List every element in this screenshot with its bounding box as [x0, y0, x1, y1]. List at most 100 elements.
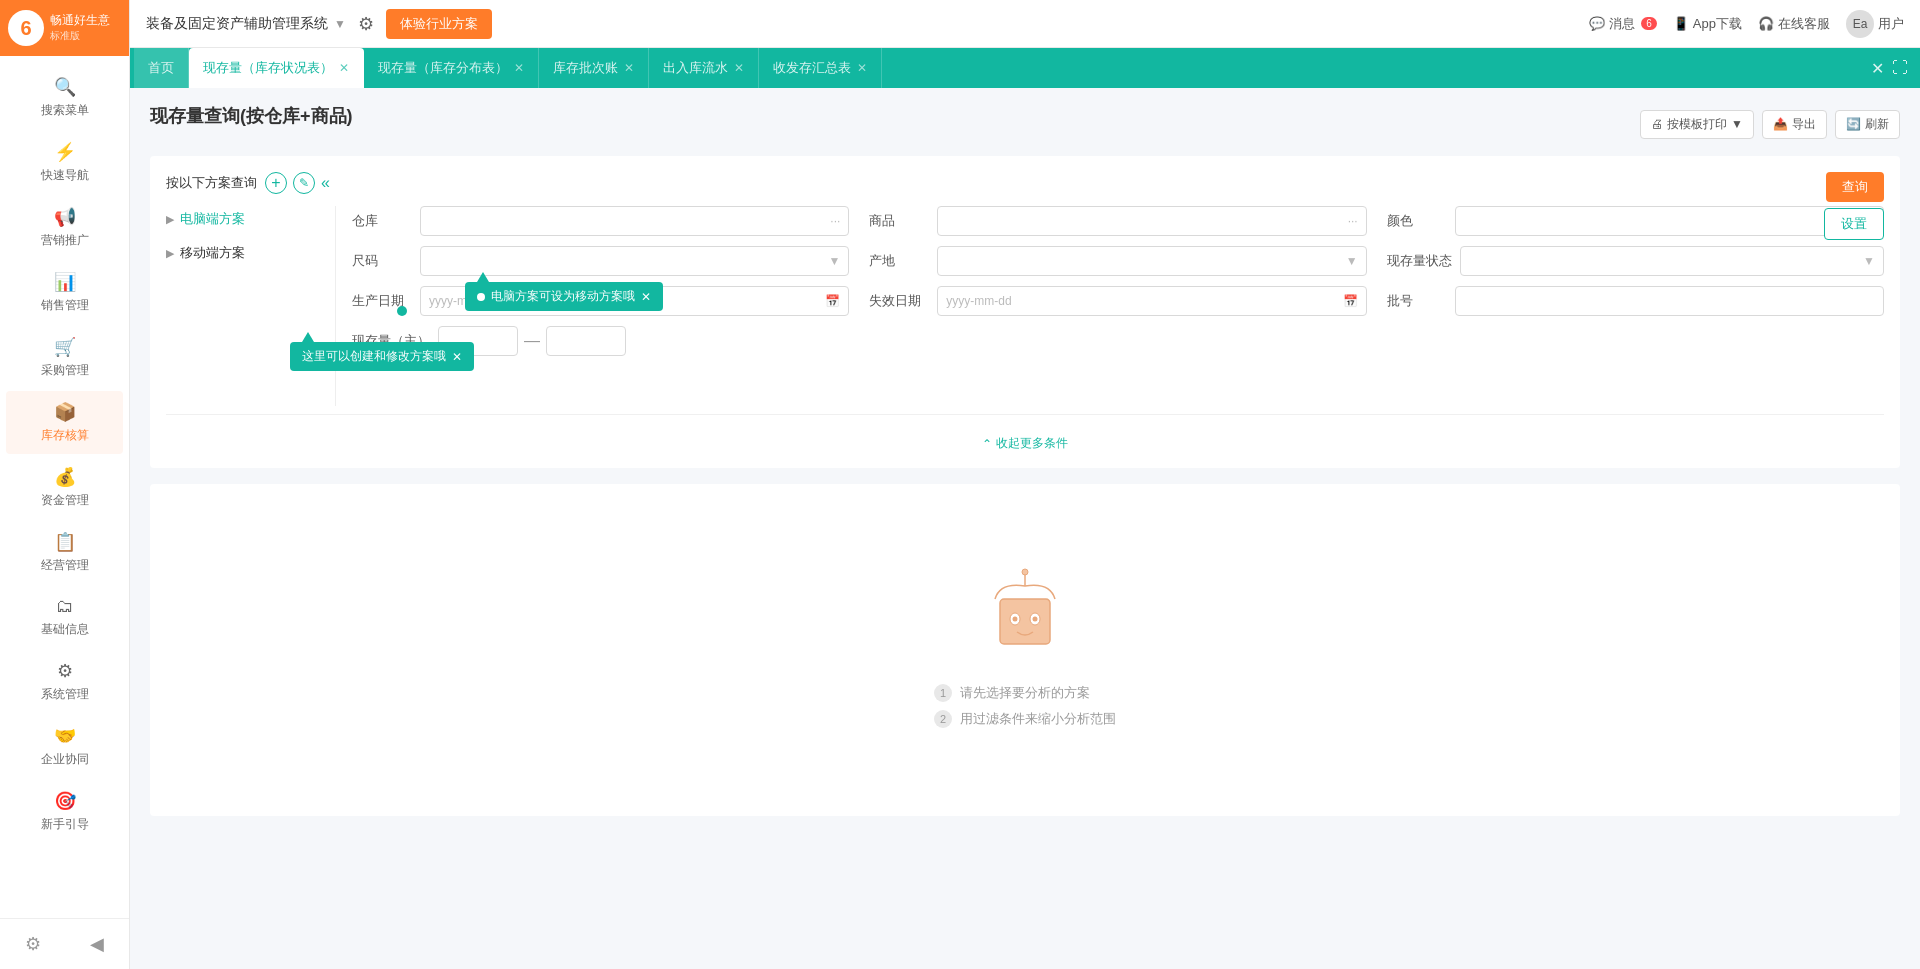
- calendar-icon[interactable]: 📅: [825, 294, 840, 308]
- settings-footer-button[interactable]: ⚙: [21, 929, 45, 959]
- headset-icon: 🎧: [1758, 16, 1774, 31]
- tooltip1-close[interactable]: ✕: [641, 290, 651, 304]
- app-download-button[interactable]: 📱 App下载: [1673, 15, 1742, 33]
- tab-batch-ledger[interactable]: 库存批次账 ✕: [539, 48, 649, 88]
- arrow-left-icon[interactable]: «: [321, 174, 330, 192]
- sidebar-item-purchase[interactable]: 🛒 采购管理: [6, 326, 123, 389]
- stock-status-select[interactable]: ▼: [1460, 246, 1884, 276]
- stock-main-to[interactable]: [546, 326, 626, 356]
- edit-scheme-button[interactable]: ✎: [293, 172, 315, 194]
- size-label: 尺码: [352, 252, 412, 270]
- svg-point-4: [1033, 617, 1038, 622]
- close-icon[interactable]: ✕: [734, 61, 744, 75]
- filter-panel-wrapper: 查询 设置 按以下方案查询 + ✎ «: [150, 156, 1900, 468]
- export-label: 导出: [1792, 116, 1816, 133]
- scheme-mobile-label: 移动端方案: [180, 244, 245, 262]
- page-content: 现存量查询(按仓库+商品) 🖨 按模板打印 ▼ 📤 导出 🔄 刷新: [130, 88, 1920, 969]
- marketing-icon: 📢: [54, 206, 76, 228]
- sidebar-item-quick-nav[interactable]: ⚡ 快速导航: [6, 131, 123, 194]
- color-select[interactable]: ▼: [1455, 206, 1884, 236]
- online-service-label: 在线客服: [1778, 15, 1830, 33]
- filter-row-4: 现存量（主） —: [352, 326, 1884, 356]
- user-menu[interactable]: Ea 用户: [1846, 10, 1904, 38]
- scheme-item-desktop[interactable]: ▶ 电脑端方案: [166, 206, 323, 232]
- add-scheme-button[interactable]: +: [265, 172, 287, 194]
- filter-row-1: 仓库 ··· 商品 ···: [352, 206, 1884, 236]
- collapse-sidebar-button[interactable]: ◀: [86, 929, 108, 959]
- goods-select[interactable]: ···: [937, 206, 1366, 236]
- origin-select[interactable]: ▼: [937, 246, 1366, 276]
- finance-icon: 💰: [54, 466, 76, 488]
- step-num-2: 2: [934, 710, 952, 728]
- svg-point-3: [1013, 617, 1018, 622]
- gear-icon[interactable]: ⚙: [358, 13, 374, 35]
- user-abbr: Ea: [1853, 17, 1868, 31]
- search-button[interactable]: 查询: [1826, 172, 1884, 202]
- refresh-button[interactable]: 🔄 刷新: [1835, 110, 1900, 139]
- message-button[interactable]: 💬 消息 6: [1589, 15, 1657, 33]
- message-icon: 💬: [1589, 16, 1605, 31]
- filter-warehouse: 仓库 ···: [352, 206, 849, 236]
- refresh-icon: 🔄: [1846, 117, 1861, 131]
- sidebar-footer: ⚙ ◀: [0, 918, 129, 969]
- sidebar-item-guide[interactable]: 🎯 新手引导: [6, 780, 123, 843]
- settings-button[interactable]: 设置: [1824, 208, 1884, 240]
- export-icon: 📤: [1773, 117, 1788, 131]
- filter-header: 按以下方案查询 + ✎ «: [166, 172, 1884, 194]
- purchase-icon: 🛒: [54, 336, 76, 358]
- empty-state: 1 请先选择要分析的方案 2 用过滤条件来缩小分析范围: [150, 484, 1900, 816]
- filter-row-2: 尺码 ▼ 产地 ▼: [352, 246, 1884, 276]
- tooltip2-close[interactable]: ✕: [452, 350, 462, 364]
- system-selector[interactable]: 装备及固定资产辅助管理系统 ▼: [146, 15, 346, 33]
- filter-batch-no: 批号: [1387, 286, 1884, 316]
- tooltip2-text: 这里可以创建和修改方案哦: [302, 348, 446, 365]
- close-icon[interactable]: ✕: [339, 61, 349, 75]
- tab-inventory-status[interactable]: 现存量（库存状况表） ✕: [189, 48, 364, 88]
- tab-receive-summary[interactable]: 收发存汇总表 ✕: [759, 48, 882, 88]
- batch-no-input[interactable]: [1455, 286, 1884, 316]
- sidebar-label-sales: 销售管理: [41, 297, 89, 314]
- sidebar-item-operations[interactable]: 📋 经营管理: [6, 521, 123, 584]
- expire-date-input[interactable]: yyyy-mm-dd 📅: [937, 286, 1366, 316]
- close-icon[interactable]: ✕: [857, 61, 867, 75]
- chevron-down-icon: ▼: [1346, 254, 1358, 268]
- collapse-filters-button[interactable]: ⌃ 收起更多条件: [166, 435, 1884, 452]
- tab-inout-flow[interactable]: 出入库流水 ✕: [649, 48, 759, 88]
- scheme-item-mobile[interactable]: ▶ 移动端方案: [166, 240, 323, 266]
- goods-label: 商品: [869, 212, 929, 230]
- online-service-button[interactable]: 🎧 在线客服: [1758, 15, 1830, 33]
- sidebar-item-marketing[interactable]: 📢 营销推广: [6, 196, 123, 259]
- calendar-icon[interactable]: 📅: [1343, 294, 1358, 308]
- sidebar-item-basic[interactable]: 🗂 基础信息: [6, 586, 123, 648]
- print-button[interactable]: 🖨 按模板打印 ▼: [1640, 110, 1754, 139]
- sidebar-item-search[interactable]: 🔍 搜索菜单: [6, 66, 123, 129]
- tab-home[interactable]: 首页: [134, 48, 189, 88]
- fullscreen-icon[interactable]: ⛶: [1892, 59, 1908, 77]
- tab-inventory-dist[interactable]: 现存量（库存分布表） ✕: [364, 48, 539, 88]
- message-label: 消息: [1609, 15, 1635, 33]
- export-button[interactable]: 📤 导出: [1762, 110, 1827, 139]
- scheme-desktop-label: 电脑端方案: [180, 210, 245, 228]
- sidebar-item-sales[interactable]: 📊 销售管理: [6, 261, 123, 324]
- sidebar-item-finance[interactable]: 💰 资金管理: [6, 456, 123, 519]
- empty-hint-2: 用过滤条件来缩小分析范围: [960, 710, 1116, 728]
- filter-goods: 商品 ···: [869, 206, 1366, 236]
- system-icon: ⚙: [57, 660, 73, 682]
- industry-button[interactable]: 体验行业方案: [386, 9, 492, 39]
- system-name: 装备及固定资产辅助管理系统: [146, 15, 328, 33]
- header-left: 装备及固定资产辅助管理系统 ▼ ⚙ 体验行业方案: [146, 9, 492, 39]
- sidebar-item-enterprise[interactable]: 🤝 企业协同: [6, 715, 123, 778]
- close-all-icon[interactable]: ✕: [1871, 59, 1884, 78]
- sidebar-item-inventory[interactable]: 📦 库存核算: [6, 391, 123, 454]
- chevron-down-icon: ▼: [1731, 117, 1743, 131]
- tooltip-bubble-create: 这里可以创建和修改方案哦 ✕: [290, 342, 474, 371]
- filter-stock-status: 现存量状态 ▼: [1387, 246, 1884, 276]
- close-icon[interactable]: ✕: [514, 61, 524, 75]
- tooltip-bubble-dot: [477, 293, 485, 301]
- sidebar-item-system[interactable]: ⚙ 系统管理: [6, 650, 123, 713]
- warehouse-select[interactable]: ···: [420, 206, 849, 236]
- sidebar-label-purchase: 采购管理: [41, 362, 89, 379]
- step-num-1: 1: [934, 684, 952, 702]
- close-icon[interactable]: ✕: [624, 61, 634, 75]
- top-header: 装备及固定资产辅助管理系统 ▼ ⚙ 体验行业方案 💬 消息 6 📱 App下载 …: [130, 0, 1920, 48]
